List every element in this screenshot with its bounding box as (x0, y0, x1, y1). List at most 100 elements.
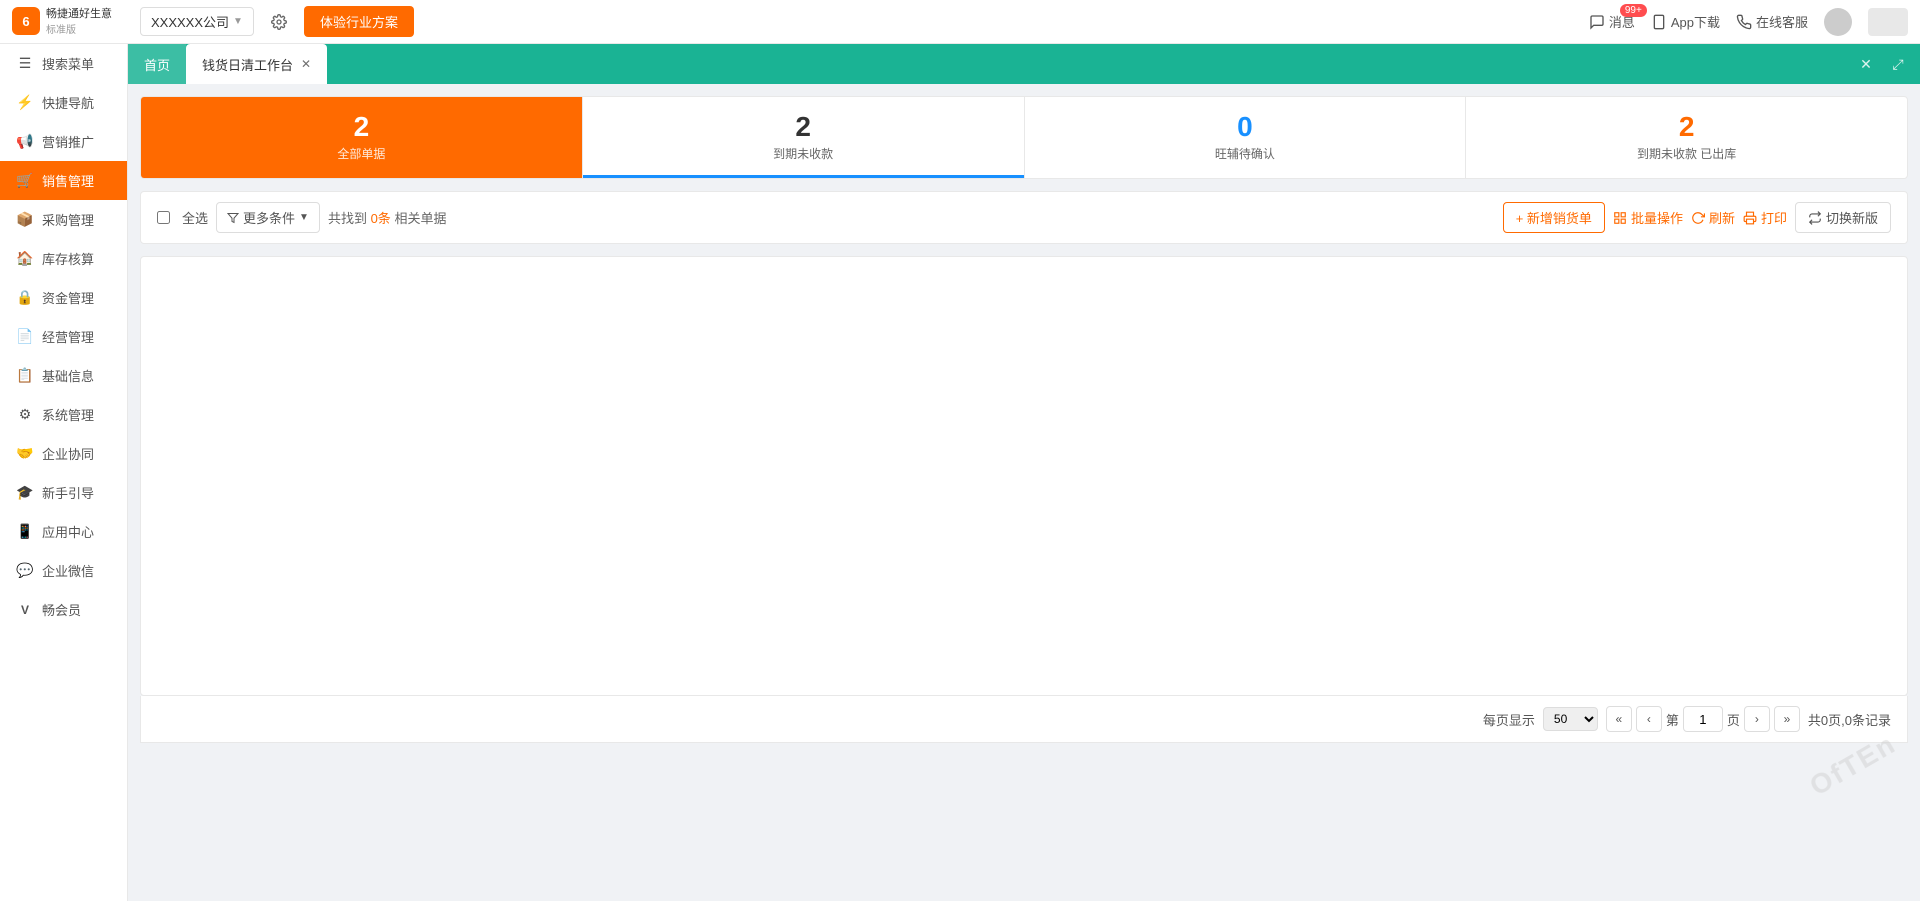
per-page-select[interactable]: 50 100 200 (1543, 707, 1598, 731)
sidebar-item-guide[interactable]: 🎓 新手引导 (0, 473, 127, 512)
next-page-button[interactable]: › (1744, 706, 1770, 732)
company-name: XXXXXX公司 (151, 12, 229, 31)
sidebar-item-finance[interactable]: 🔒 资金管理 (0, 278, 127, 317)
quick-nav-icon: ⚡ (16, 94, 34, 111)
trial-button[interactable]: 体验行业方案 (304, 6, 414, 37)
sidebar-item-purchase[interactable]: 📦 采购管理 (0, 200, 127, 239)
purchase-icon: 📦 (16, 211, 34, 228)
sidebar-item-search-menu[interactable]: ☰ 搜索菜单 (0, 44, 127, 83)
logo-area: 6 畅捷通好生意 标准版 (12, 7, 140, 36)
operation-icon: 📄 (16, 328, 34, 345)
print-label: 打印 (1761, 208, 1787, 227)
filter-icon (227, 212, 239, 224)
avatar[interactable] (1824, 8, 1852, 36)
sidebar-item-basic-info[interactable]: 📋 基础信息 (0, 356, 127, 395)
logo-icon: 6 (12, 7, 40, 35)
company-selector[interactable]: XXXXXX公司 ▼ (140, 7, 254, 36)
sidebar-label-guide: 新手引导 (42, 483, 94, 502)
sidebar-label-member: 畅会员 (42, 600, 81, 619)
filter-prefix: 共找到 (328, 211, 367, 226)
cooperation-icon: 🤝 (16, 445, 34, 462)
stat-card-shipped[interactable]: 2 到期未收款 已出库 (1466, 97, 1907, 178)
main-content: 2 全部单据 2 到期未收款 0 旺辅待确认 2 到期未收款 已出库 全选 更多… (128, 84, 1920, 901)
header-right: 消息 99+ App下载 在线客服 (1589, 8, 1908, 36)
page-label-first: 第 (1666, 710, 1679, 729)
sidebar: ☰ 搜索菜单 ⚡ 快捷导航 📢 营销推广 🛒 销售管理 📦 采购管理 🏠 库存核… (0, 44, 128, 901)
marketing-icon: 📢 (16, 133, 34, 150)
filter-count: 0条 (371, 211, 391, 226)
tab-workbench-label: 钱货日清工作台 (202, 55, 293, 74)
sidebar-item-system[interactable]: ⚙ 系统管理 (0, 395, 127, 434)
switch-label: 切换新版 (1826, 208, 1878, 227)
pagination-bar: 每页显示 50 100 200 « ‹ 第 页 › » 共0页,0条记录 (140, 696, 1908, 743)
refresh-button[interactable]: 刷新 (1691, 208, 1735, 227)
sidebar-label-app-center: 应用中心 (42, 522, 94, 541)
page-label-of: 页 (1727, 710, 1740, 729)
more-conditions-label: 更多条件 (243, 208, 295, 227)
sidebar-item-cooperation[interactable]: 🤝 企业协同 (0, 434, 127, 473)
switch-version-button[interactable]: 切换新版 (1795, 202, 1891, 233)
sidebar-item-sales[interactable]: 🛒 销售管理 (0, 161, 127, 200)
print-button[interactable]: 打印 (1743, 208, 1787, 227)
online-service-button[interactable]: 在线客服 (1736, 12, 1808, 31)
batch-operation-button[interactable]: 批量操作 (1613, 208, 1683, 227)
filter-suffix: 相关单据 (394, 211, 446, 226)
system-icon: ⚙ (16, 406, 34, 423)
sidebar-label-wechat: 企业微信 (42, 561, 94, 580)
settings-button[interactable] (264, 7, 294, 37)
stat-card-overdue[interactable]: 2 到期未收款 (583, 97, 1025, 178)
app-center-icon: 📱 (16, 523, 34, 540)
sidebar-label-purchase: 采购管理 (42, 210, 94, 229)
tab-close-icon[interactable]: ✕ (301, 57, 311, 71)
refresh-label: 刷新 (1709, 208, 1735, 227)
sidebar-item-wechat[interactable]: 💬 企业微信 (0, 551, 127, 590)
tab-bar: 首页 钱货日清工作台 ✕ ✕ ⤢ (128, 44, 1920, 84)
message-button[interactable]: 消息 99+ (1589, 12, 1635, 31)
wechat-icon: 💬 (16, 562, 34, 579)
stat-card-all[interactable]: 2 全部单据 (141, 97, 583, 178)
online-service-label: 在线客服 (1756, 12, 1808, 31)
new-sales-order-button[interactable]: + 新增销货单 (1503, 202, 1605, 233)
sidebar-item-quick-nav[interactable]: ⚡ 快捷导航 (0, 83, 127, 122)
sidebar-label-marketing: 营销推广 (42, 132, 94, 151)
prev-page-button[interactable]: ‹ (1636, 706, 1662, 732)
print-icon (1743, 211, 1757, 225)
basic-info-icon: 📋 (16, 367, 34, 384)
tab-home[interactable]: 首页 (128, 44, 186, 84)
select-all-checkbox[interactable] (157, 211, 170, 224)
finance-icon: 🔒 (16, 289, 34, 306)
stat-number-shipped: 2 (1486, 113, 1887, 141)
guide-icon: 🎓 (16, 484, 34, 501)
stat-label-overdue: 到期未收款 (603, 145, 1004, 162)
sales-icon: 🛒 (16, 172, 34, 189)
stat-number-pending: 0 (1045, 113, 1446, 141)
toolbar: 全选 更多条件 ▼ 共找到 0条 相关单据 + 新增销货单 批量操作 (140, 191, 1908, 244)
refresh-icon (1691, 211, 1705, 225)
stat-label-pending: 旺辅待确认 (1045, 145, 1446, 162)
stat-card-pending[interactable]: 0 旺辅待确认 (1025, 97, 1467, 178)
inventory-icon: 🏠 (16, 250, 34, 267)
sidebar-item-inventory[interactable]: 🏠 库存核算 (0, 239, 127, 278)
more-conditions-button[interactable]: 更多条件 ▼ (216, 202, 320, 233)
last-page-button[interactable]: » (1774, 706, 1800, 732)
sidebar-item-operation[interactable]: 📄 经营管理 (0, 317, 127, 356)
app-version: 标准版 (46, 21, 112, 36)
tab-workbench[interactable]: 钱货日清工作台 ✕ (186, 44, 327, 84)
sidebar-label-operation: 经营管理 (42, 327, 94, 346)
tab-expand-button[interactable]: ⤢ (1884, 50, 1912, 78)
app-name: 畅捷通好生意 (46, 7, 112, 21)
sidebar-label-search-menu: 搜索菜单 (42, 54, 94, 73)
tab-close-button[interactable]: ✕ (1852, 50, 1880, 78)
stat-label-all: 全部单据 (161, 145, 562, 162)
app-download-button[interactable]: App下载 (1651, 12, 1720, 31)
first-page-button[interactable]: « (1606, 706, 1632, 732)
batch-icon (1613, 211, 1627, 225)
stat-label-shipped: 到期未收款 已出库 (1486, 145, 1887, 162)
stat-number-overdue: 2 (603, 113, 1004, 141)
sidebar-item-marketing[interactable]: 📢 营销推广 (0, 122, 127, 161)
sidebar-item-member[interactable]: V 畅会员 (0, 590, 127, 629)
switch-icon (1808, 211, 1822, 225)
page-input[interactable] (1683, 706, 1723, 732)
user-name-area[interactable] (1868, 8, 1908, 36)
sidebar-item-app-center[interactable]: 📱 应用中心 (0, 512, 127, 551)
